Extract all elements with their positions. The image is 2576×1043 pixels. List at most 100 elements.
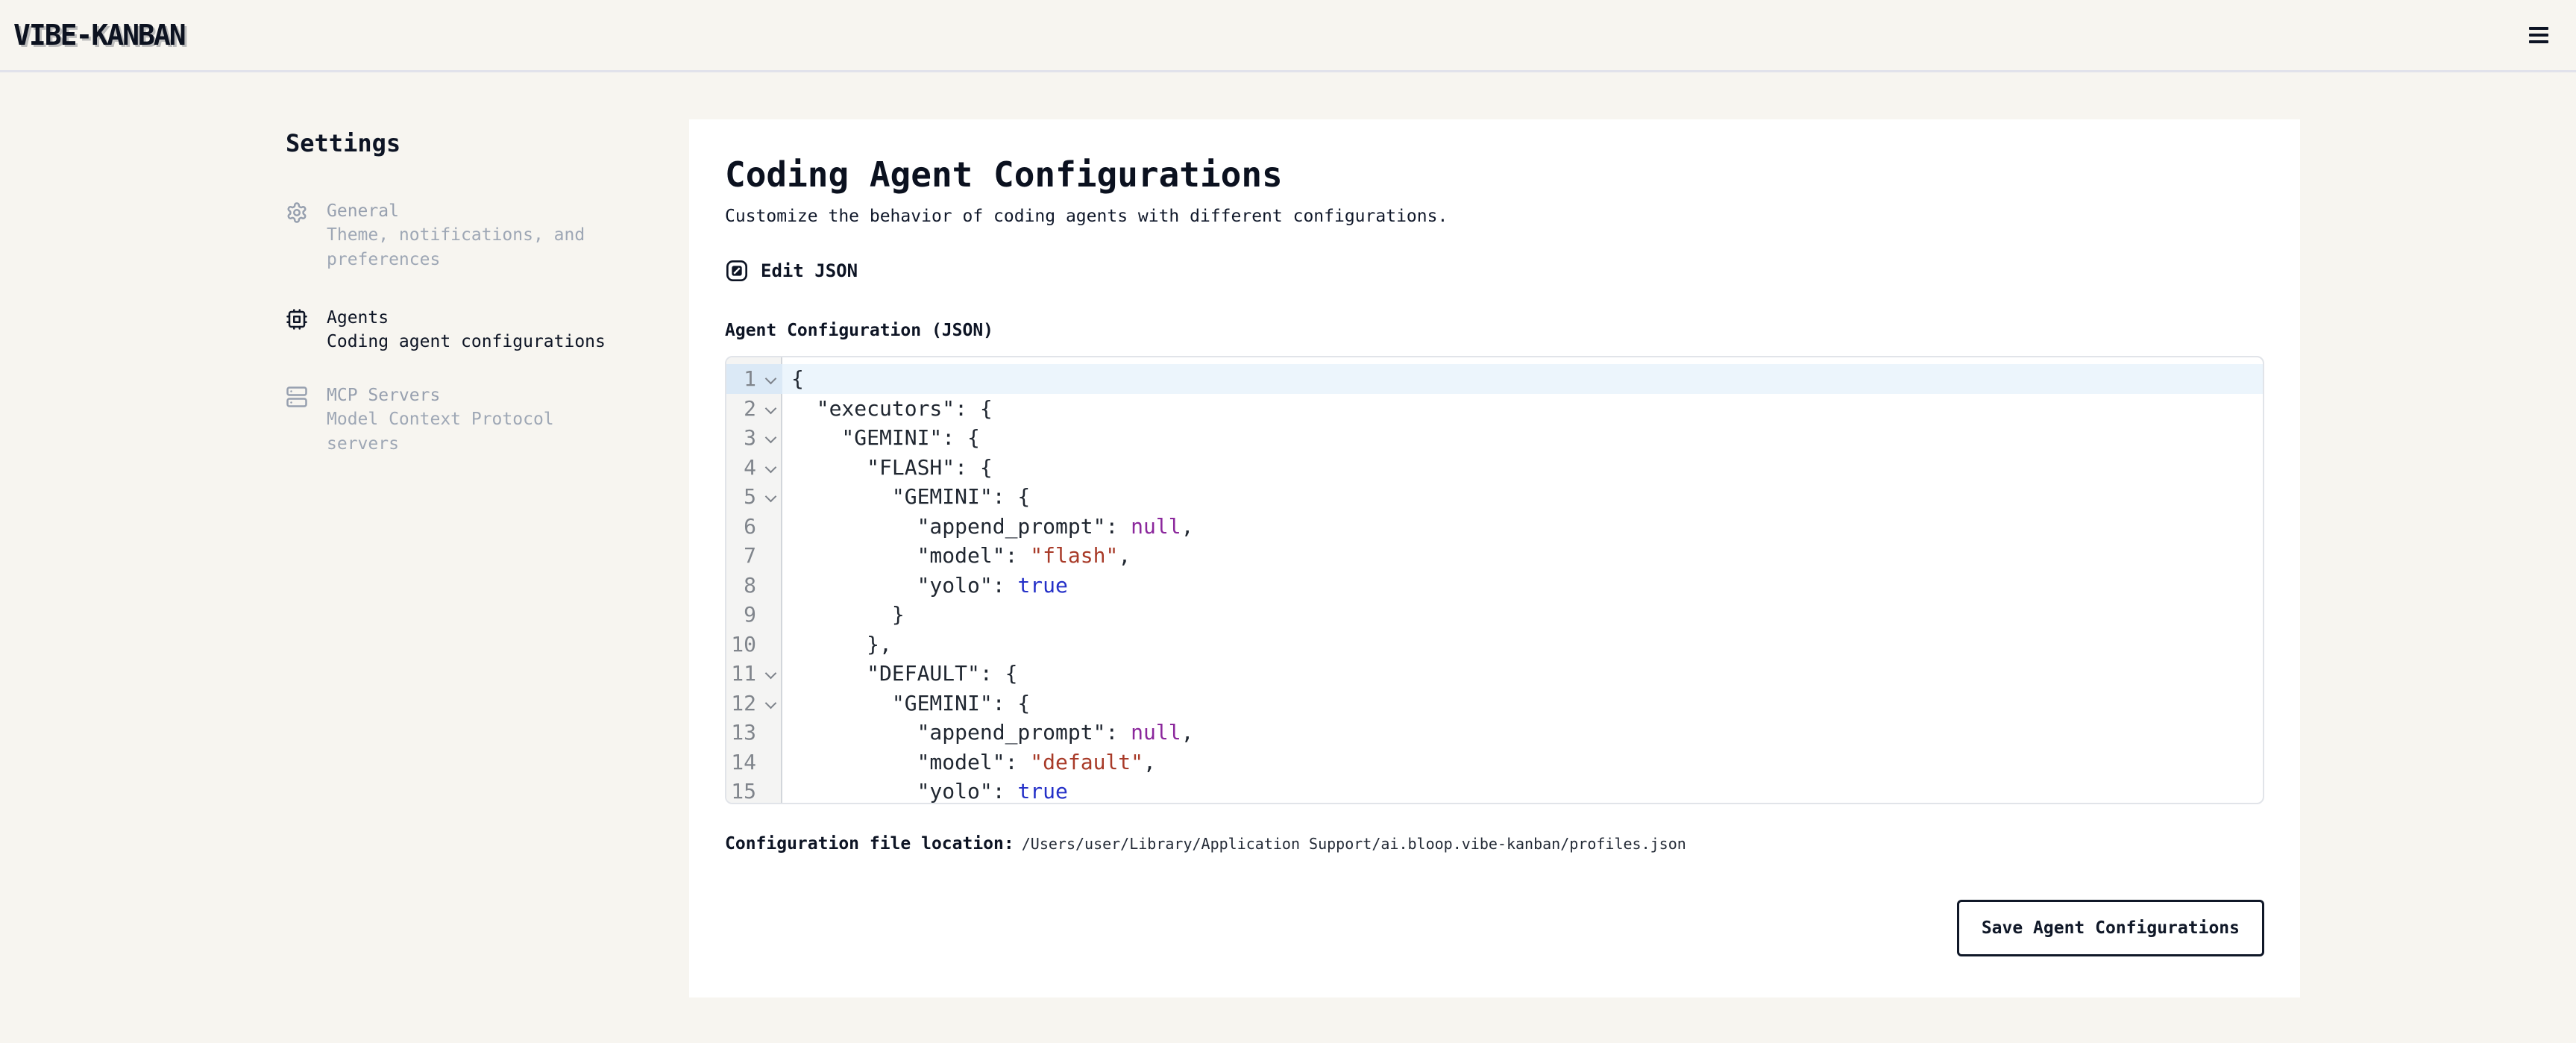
app-logo[interactable]: VIBE-KANBAN <box>13 19 186 51</box>
line-number: 2 <box>744 395 756 421</box>
code-line[interactable]: }, <box>782 630 2263 660</box>
chevron-down-icon[interactable] <box>765 453 782 483</box>
settings-sidebar: Settings General Theme, notifications, a… <box>276 72 689 457</box>
editor-line[interactable]: 4 "FLASH": { <box>726 453 2263 483</box>
editor-line[interactable]: 6 "append_prompt": null, <box>726 512 2263 542</box>
code-line[interactable]: "DEFAULT": { <box>782 659 2263 689</box>
code-line[interactable]: "FLASH": { <box>782 453 2263 483</box>
code-line[interactable]: "GEMINI": { <box>782 689 2263 718</box>
editor-line[interactable]: 11 "DEFAULT": { <box>726 659 2263 689</box>
line-number: 11 <box>731 661 756 686</box>
editor-line[interactable]: 9 } <box>726 600 2263 630</box>
code-line[interactable]: "append_prompt": null, <box>782 718 2263 748</box>
hamburger-icon <box>2529 40 2548 43</box>
editor-gutter: 13 <box>726 718 782 748</box>
app-header: VIBE-KANBAN <box>0 0 2576 72</box>
editor-line[interactable]: 7 "model": "flash", <box>726 541 2263 571</box>
chevron-down-icon[interactable] <box>765 364 782 394</box>
editor-line[interactable]: 10 }, <box>726 630 2263 660</box>
code-line[interactable]: "model": "flash", <box>782 541 2263 571</box>
code-line[interactable]: "model": "default", <box>782 748 2263 777</box>
editor-gutter: 3 <box>726 423 782 453</box>
page-title: Coding Agent Configurations <box>725 154 1283 195</box>
hamburger-icon <box>2529 27 2548 30</box>
line-number: 10 <box>731 631 756 657</box>
line-number: 5 <box>744 484 756 509</box>
line-number: 7 <box>744 543 756 568</box>
code-line[interactable]: "executors": { <box>782 394 2263 424</box>
sidebar-title: Settings <box>286 129 401 157</box>
line-number: 9 <box>744 602 756 627</box>
editor-lines: 1{2 "executors": {3 "GEMINI": {4 "FLASH"… <box>726 357 2263 804</box>
line-number: 14 <box>731 749 756 774</box>
editor-line[interactable]: 13 "append_prompt": null, <box>726 718 2263 748</box>
editor-line[interactable]: 14 "model": "default", <box>726 748 2263 777</box>
sidebar-item-general[interactable]: General Theme, notifications, and prefer… <box>286 200 689 272</box>
chevron-down-icon[interactable] <box>765 482 782 512</box>
chevron-down-icon[interactable] <box>765 423 782 453</box>
server-icon <box>286 386 308 457</box>
editor-line[interactable]: 12 "GEMINI": { <box>726 689 2263 718</box>
editor-gutter: 8 <box>726 571 782 601</box>
editor-gutter: 15 <box>726 777 782 804</box>
sidebar-item-label: General <box>327 201 399 221</box>
line-number: 15 <box>731 779 756 804</box>
line-number: 6 <box>744 513 756 539</box>
editor-gutter: 14 <box>726 748 782 777</box>
json-editor[interactable]: 1{2 "executors": {3 "GEMINI": {4 "FLASH"… <box>725 356 2264 804</box>
sidebar-item-label: Agents <box>327 308 389 328</box>
editor-gutter: 12 <box>726 689 782 718</box>
chevron-down-icon[interactable] <box>765 394 782 424</box>
config-file-location-label: Configuration file location: <box>725 834 1014 853</box>
editor-line[interactable]: 5 "GEMINI": { <box>726 482 2263 512</box>
save-row: Save Agent Configurations <box>725 900 2264 956</box>
gear-icon <box>286 201 308 272</box>
line-number: 3 <box>744 425 756 450</box>
chevron-down-icon[interactable] <box>765 689 782 718</box>
editor-gutter: 5 <box>726 482 782 512</box>
page-subtitle: Customize the behavior of coding agents … <box>725 207 1448 226</box>
sidebar-item-agents[interactable]: Agents Coding agent configurations <box>286 307 689 354</box>
editor-line[interactable]: 15 "yolo": true <box>726 777 2263 804</box>
editor-line[interactable]: 1{ <box>726 364 2263 394</box>
config-file-path: /Users/user/Library/Application Support/… <box>1021 835 1686 853</box>
settings-nav: General Theme, notifications, and prefer… <box>286 200 689 457</box>
code-line[interactable]: { <box>782 364 2263 394</box>
editor-gutter: 4 <box>726 453 782 483</box>
chevron-down-icon[interactable] <box>765 659 782 689</box>
agent-configurations-panel: Coding Agent Configurations Customize th… <box>689 119 2300 997</box>
settings-page: Settings General Theme, notifications, a… <box>276 72 2300 997</box>
checked-square-icon[interactable] <box>725 259 749 283</box>
editor-gutter: 6 <box>726 512 782 542</box>
edit-json-toggle[interactable]: Edit JSON <box>725 259 2264 283</box>
code-line[interactable]: "append_prompt": null, <box>782 512 2263 542</box>
editor-line[interactable]: 2 "executors": { <box>726 394 2263 424</box>
line-number: 8 <box>744 572 756 598</box>
sidebar-item-description: Theme, notifications, and preferences <box>327 225 585 269</box>
line-number: 12 <box>731 690 756 715</box>
code-line[interactable]: "yolo": true <box>782 777 2263 803</box>
line-number: 4 <box>744 454 756 480</box>
code-line[interactable]: "GEMINI": { <box>782 482 2263 512</box>
sidebar-item-mcp-servers[interactable]: MCP Servers Model Context Protocol serve… <box>286 384 689 457</box>
editor-line[interactable]: 3 "GEMINI": { <box>726 423 2263 453</box>
menu-button[interactable] <box>2521 17 2557 53</box>
sidebar-item-label: MCP Servers <box>327 386 441 405</box>
code-line[interactable]: } <box>782 600 2263 630</box>
code-line[interactable]: "yolo": true <box>782 571 2263 601</box>
edit-json-label: Edit JSON <box>761 260 858 281</box>
code-line[interactable]: "GEMINI": { <box>782 423 2263 453</box>
hamburger-icon <box>2529 34 2548 37</box>
editor-line[interactable]: 8 "yolo": true <box>726 571 2263 601</box>
editor-gutter: 7 <box>726 541 782 571</box>
save-agent-configurations-button[interactable]: Save Agent Configurations <box>1956 900 2264 956</box>
editor-label: Agent Configuration (JSON) <box>725 321 994 340</box>
